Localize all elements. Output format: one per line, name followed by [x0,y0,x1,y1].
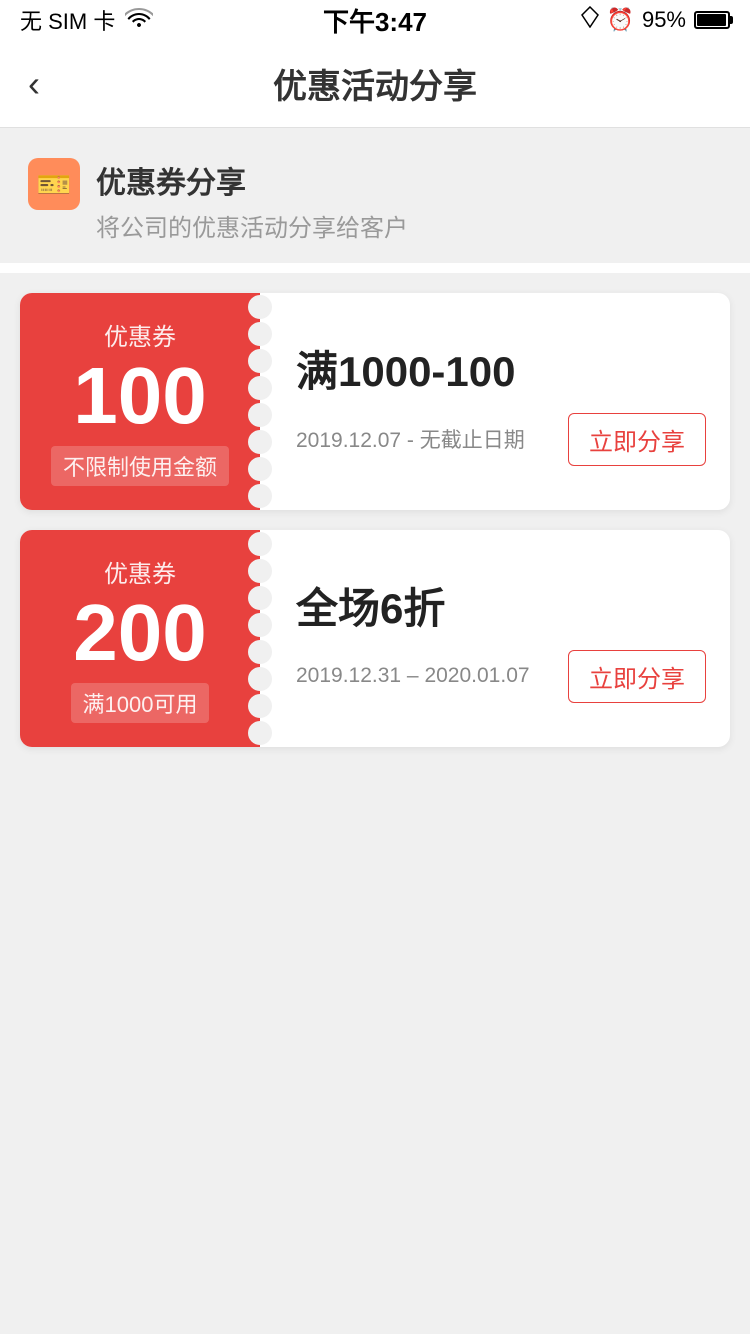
coupon-name-1: 满1000-100 [296,338,706,399]
coupon-card-1: 优惠券 100 不限制使用金额 满1000-100 2019.12.07 - 无… [20,293,730,510]
location-icon [581,6,599,34]
coupon-meta-2: 2019.12.31 – 2020.01.07 立即分享 [296,650,706,703]
coupon-label-1: 优惠券 [104,317,176,352]
coupon-meta-1: 2019.12.07 - 无截止日期 立即分享 [296,413,706,466]
status-right: ⏰ 95% [581,6,730,34]
coupon-date-2: 2019.12.31 – 2020.01.07 [296,664,530,688]
coupon-list: 优惠券 100 不限制使用金额 满1000-100 2019.12.07 - 无… [0,273,750,767]
section-icon: 🎫 [28,158,80,210]
coupon-left-1: 优惠券 100 不限制使用金额 [20,293,260,510]
coupon-condition-2: 满1000可用 [71,683,210,723]
bottom-area [0,767,750,1267]
section-title: 优惠券分享 [96,158,408,202]
status-bar: 无 SIM 卡 下午3:47 ⏰ 95% [0,0,750,40]
section-header: 🎫 优惠券分享 将公司的优惠活动分享给客户 [0,128,750,263]
status-left: 无 SIM 卡 [20,4,153,36]
coupon-amount-1: 100 [73,356,206,436]
coupon-right-2: 全场6折 2019.12.31 – 2020.01.07 立即分享 [260,530,730,747]
back-button[interactable]: ‹ [28,63,40,105]
share-button-2[interactable]: 立即分享 [568,650,706,703]
section-subtitle: 将公司的优惠活动分享给客户 [96,208,408,243]
battery-percent: 95% [642,7,686,33]
coupon-name-2: 全场6折 [296,575,706,636]
battery-icon [694,11,730,29]
coupon-amount-2: 200 [73,593,206,673]
section-text-block: 优惠券分享 将公司的优惠活动分享给客户 [96,158,408,243]
coupon-left-2: 优惠券 200 满1000可用 [20,530,260,747]
time-label: 下午3:47 [323,2,427,39]
wifi-icon [125,6,153,34]
coupon-right-1: 满1000-100 2019.12.07 - 无截止日期 立即分享 [260,293,730,510]
page-title: 优惠活动分享 [273,59,477,108]
coupon-date-1: 2019.12.07 - 无截止日期 [296,424,525,454]
nav-bar: ‹ 优惠活动分享 [0,40,750,128]
alarm-icon: ⏰ [607,7,634,33]
coupon-condition-1: 不限制使用金额 [51,446,229,486]
share-button-1[interactable]: 立即分享 [568,413,706,466]
coupon-card-2: 优惠券 200 满1000可用 全场6折 2019.12.31 – 2020.0… [20,530,730,747]
carrier-label: 无 SIM 卡 [20,4,115,36]
coupon-label-2: 优惠券 [104,554,176,589]
